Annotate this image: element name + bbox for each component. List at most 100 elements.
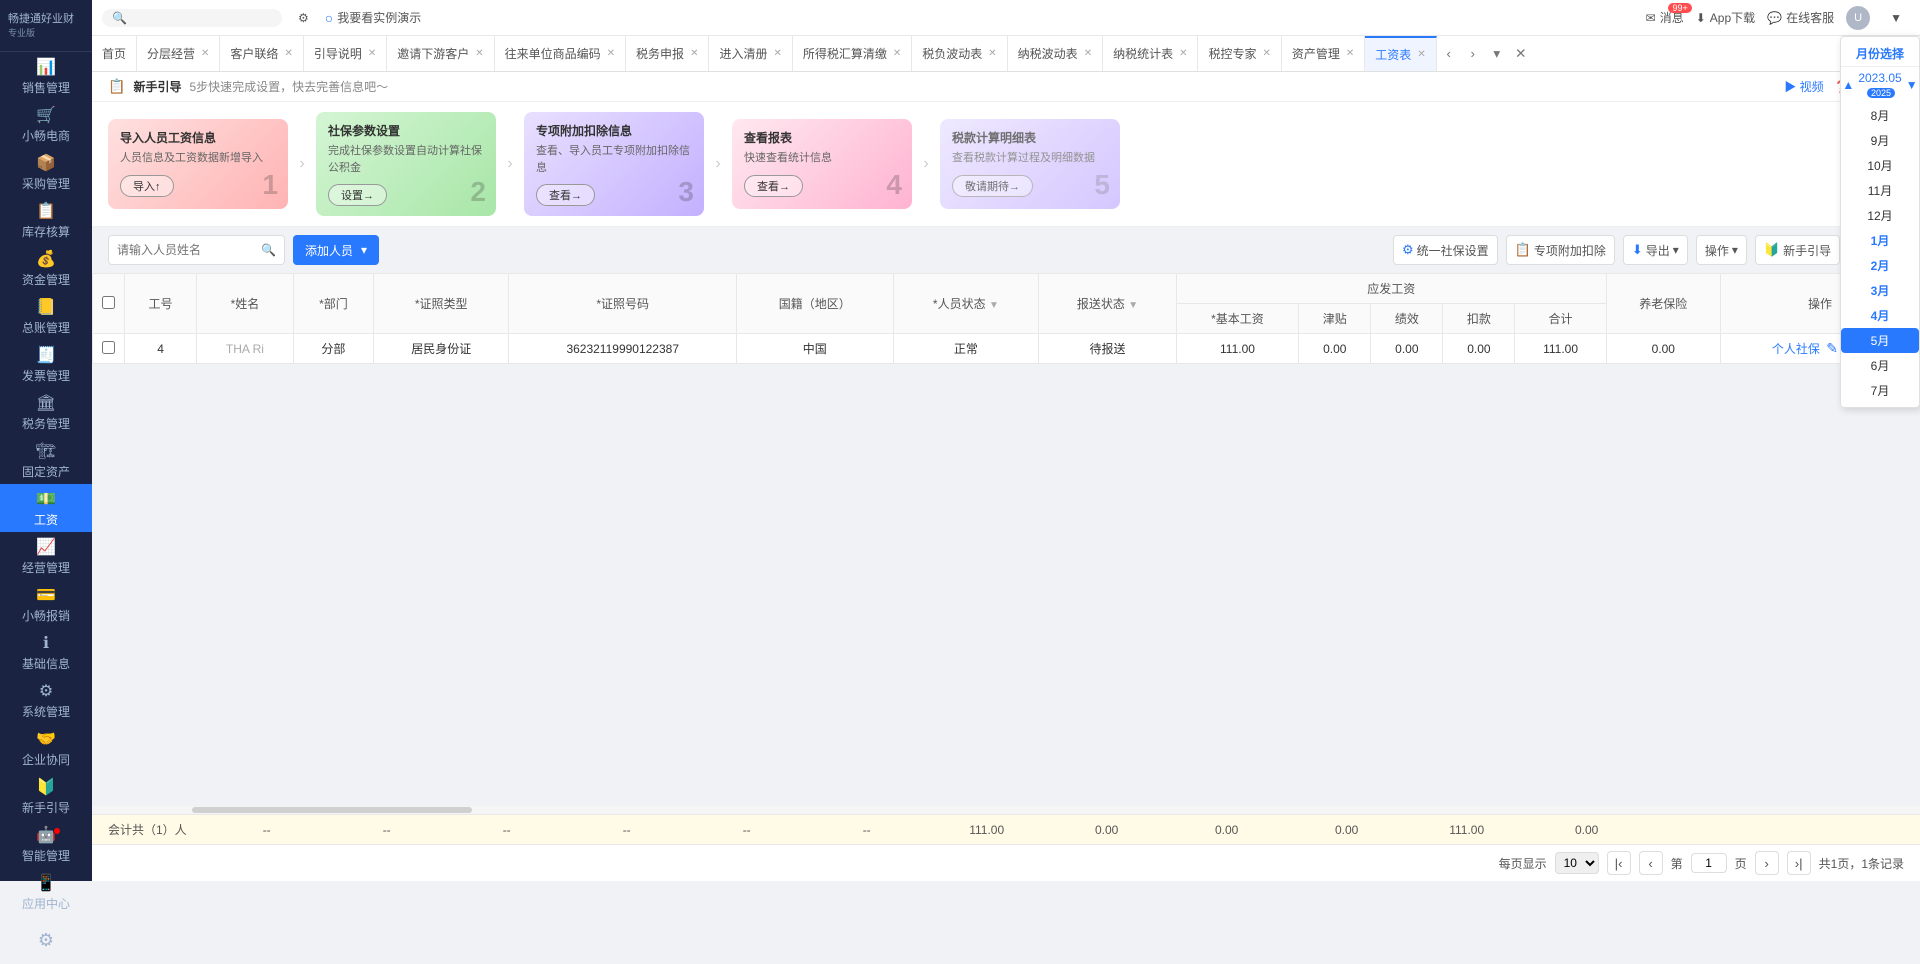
add-person-button[interactable]: 添加人员 ▾ [293, 235, 379, 265]
tab-纳税统计表[interactable]: 纳税统计表✕ [1103, 36, 1198, 72]
select-all-checkbox[interactable] [102, 296, 115, 309]
tab-进入清册[interactable]: 进入清册✕ [709, 36, 792, 72]
tab-close-icon[interactable]: ✕ [368, 48, 376, 59]
newguide-button[interactable]: 🔰 新手引导 [1755, 235, 1840, 265]
step-3-button[interactable]: 查看→ [536, 184, 595, 206]
tab-close-icon[interactable]: ✕ [893, 48, 901, 59]
month-picker-nav-up[interactable]: ▲ [1842, 78, 1854, 92]
month-7[interactable]: 7月 [1841, 378, 1919, 403]
month-6[interactable]: 6月 [1841, 353, 1919, 378]
step-5-button[interactable]: 敬请期待→ [952, 175, 1033, 197]
tab-close-icon[interactable]: ✕ [284, 48, 292, 59]
sidebar-item-小畅电商[interactable]: 🛒小畅电商 [0, 100, 92, 148]
sidebar-item-资金管理[interactable]: 💰资金管理 [0, 244, 92, 292]
page-next-button[interactable]: › [1755, 851, 1779, 875]
sidebar-item-企业协同[interactable]: 🤝企业协同 [0, 724, 92, 772]
sidebar-item-经营管理[interactable]: 📈经营管理 [0, 532, 92, 580]
tab-引导说明[interactable]: 引导说明✕ [304, 36, 387, 72]
tab-客户联络[interactable]: 客户联络✕ [220, 36, 303, 72]
tab-所得税汇算清缴[interactable]: 所得税汇算清缴✕ [793, 36, 912, 72]
row-checkbox[interactable] [102, 341, 115, 354]
tab-nav-dropdown[interactable]: ▾ [1485, 36, 1509, 72]
special-deduction-button[interactable]: 📋 专项附加扣除 [1506, 235, 1615, 265]
scrollbar-thumb[interactable] [192, 807, 472, 813]
page-input[interactable] [1691, 853, 1727, 873]
sidebar-item-新手引导[interactable]: 🔰新手引导 [0, 772, 92, 820]
tab-close-all[interactable]: ✕ [1509, 36, 1533, 72]
sidebar-item-采购管理[interactable]: 📦采购管理 [0, 148, 92, 196]
guide-video-button[interactable]: ▶ 视频 [1784, 78, 1823, 95]
sidebar-item-工资[interactable]: 💵工资 [0, 484, 92, 532]
step-1-button[interactable]: 导入↑ [120, 175, 174, 197]
social-insurance-button[interactable]: ⚙ 统一社保设置 [1393, 235, 1498, 265]
operation-button[interactable]: 操作 ▾ [1696, 235, 1747, 265]
tab-分层经营[interactable]: 分层经营✕ [137, 36, 220, 72]
sidebar-gear-button[interactable]: ⚙ [0, 916, 92, 964]
person-search-input[interactable] [117, 243, 257, 257]
step-4-button[interactable]: 查看→ [744, 175, 803, 197]
sidebar-item-系统管理[interactable]: ⚙系统管理 [0, 676, 92, 724]
edit-icon[interactable]: ✎ [1826, 340, 1838, 356]
topbar-search-input[interactable] [131, 11, 261, 25]
person-search-icon[interactable]: 🔍 [261, 243, 276, 257]
sidebar-item-应用中心[interactable]: 📱应用中心 [0, 868, 92, 916]
month-11[interactable]: 11月 [1841, 178, 1919, 203]
tab-close-active-icon[interactable]: ✕ [1417, 49, 1425, 60]
tab-工资表[interactable]: 工资表✕ [1365, 36, 1436, 72]
online-service-button[interactable]: 💬 在线客服 [1767, 9, 1834, 26]
tab-close-icon[interactable]: ✕ [1346, 48, 1354, 59]
page-prev-button[interactable]: ‹ [1639, 851, 1663, 875]
month-picker-nav-down[interactable]: ▼ [1906, 78, 1918, 92]
message-button[interactable]: ✉ 消息 99+ [1646, 9, 1684, 26]
tab-close-icon[interactable]: ✕ [201, 48, 209, 59]
month-3[interactable]: 3月 [1841, 278, 1919, 303]
month-12[interactable]: 12月 [1841, 203, 1919, 228]
personal-social-insurance-link[interactable]: 个人社保 [1772, 342, 1820, 356]
sidebar-item-税务管理[interactable]: 🏛税务管理 [0, 388, 92, 436]
month-4[interactable]: 4月 [1841, 303, 1919, 328]
tab-close-icon[interactable]: ✕ [475, 48, 483, 59]
page-size-select[interactable]: 10 20 50 [1555, 852, 1599, 874]
tab-close-icon[interactable]: ✕ [1084, 48, 1092, 59]
sidebar-item-发票管理[interactable]: 🧾发票管理 [0, 340, 92, 388]
tab-close-icon[interactable]: ✕ [1179, 48, 1187, 59]
user-avatar[interactable]: U [1846, 6, 1870, 30]
sidebar-item-固定资产[interactable]: 🏗固定资产 [0, 436, 92, 484]
horizontal-scrollbar[interactable] [92, 806, 1920, 814]
export-button[interactable]: ⬇ 导出 ▾ [1623, 235, 1688, 265]
tab-往来单位商品编码[interactable]: 往来单位商品编码✕ [495, 36, 626, 72]
tab-close-icon[interactable]: ✕ [773, 48, 781, 59]
tab-税控专家[interactable]: 税控专家✕ [1198, 36, 1281, 72]
sidebar-item-总账管理[interactable]: 📒总账管理 [0, 292, 92, 340]
tab-邀请下游客户[interactable]: 邀请下游客户✕ [387, 36, 494, 72]
app-download-button[interactable]: ⬇ App下载 [1696, 9, 1755, 26]
tab-税务申报[interactable]: 税务申报✕ [626, 36, 709, 72]
tab-nav-right[interactable]: › [1461, 36, 1485, 72]
sidebar-item-库存核算[interactable]: 📋库存核算 [0, 196, 92, 244]
tab-税负波动表[interactable]: 税负波动表✕ [912, 36, 1007, 72]
month-5[interactable]: 5月 [1841, 328, 1919, 353]
page-last-button[interactable]: ›| [1787, 851, 1811, 875]
tab-close-icon[interactable]: ✕ [1263, 48, 1271, 59]
page-first-button[interactable]: |‹ [1607, 851, 1631, 875]
month-8[interactable]: 8月 [1841, 103, 1919, 128]
user-menu-button[interactable]: ▼ [1882, 9, 1910, 27]
tab-纳税波动表[interactable]: 纳税波动表✕ [1008, 36, 1103, 72]
tab-close-icon[interactable]: ✕ [690, 48, 698, 59]
tab-close-icon[interactable]: ✕ [988, 48, 996, 59]
topbar-settings-button[interactable]: ⚙ [290, 9, 317, 27]
tab-首页[interactable]: 首页 [92, 36, 137, 72]
sidebar-item-销售管理[interactable]: 📊销售管理 [0, 52, 92, 100]
month-2[interactable]: 2月 [1841, 253, 1919, 278]
tab-nav-left[interactable]: ‹ [1437, 36, 1461, 72]
sidebar-item-基础信息[interactable]: ℹ基础信息 [0, 628, 92, 676]
month-1[interactable]: 1月 [1841, 228, 1919, 253]
tab-close-icon[interactable]: ✕ [607, 48, 615, 59]
topbar-demo-button[interactable]: ○ 我要看实例演示 [325, 9, 421, 26]
tab-资产管理[interactable]: 资产管理✕ [1282, 36, 1365, 72]
sidebar-item-智能管理[interactable]: 🤖智能管理 [0, 820, 92, 868]
month-10[interactable]: 10月 [1841, 153, 1919, 178]
step-2-button[interactable]: 设置→ [328, 184, 387, 206]
sidebar-item-小畅报销[interactable]: 💳小畅报销 [0, 580, 92, 628]
month-9[interactable]: 9月 [1841, 128, 1919, 153]
